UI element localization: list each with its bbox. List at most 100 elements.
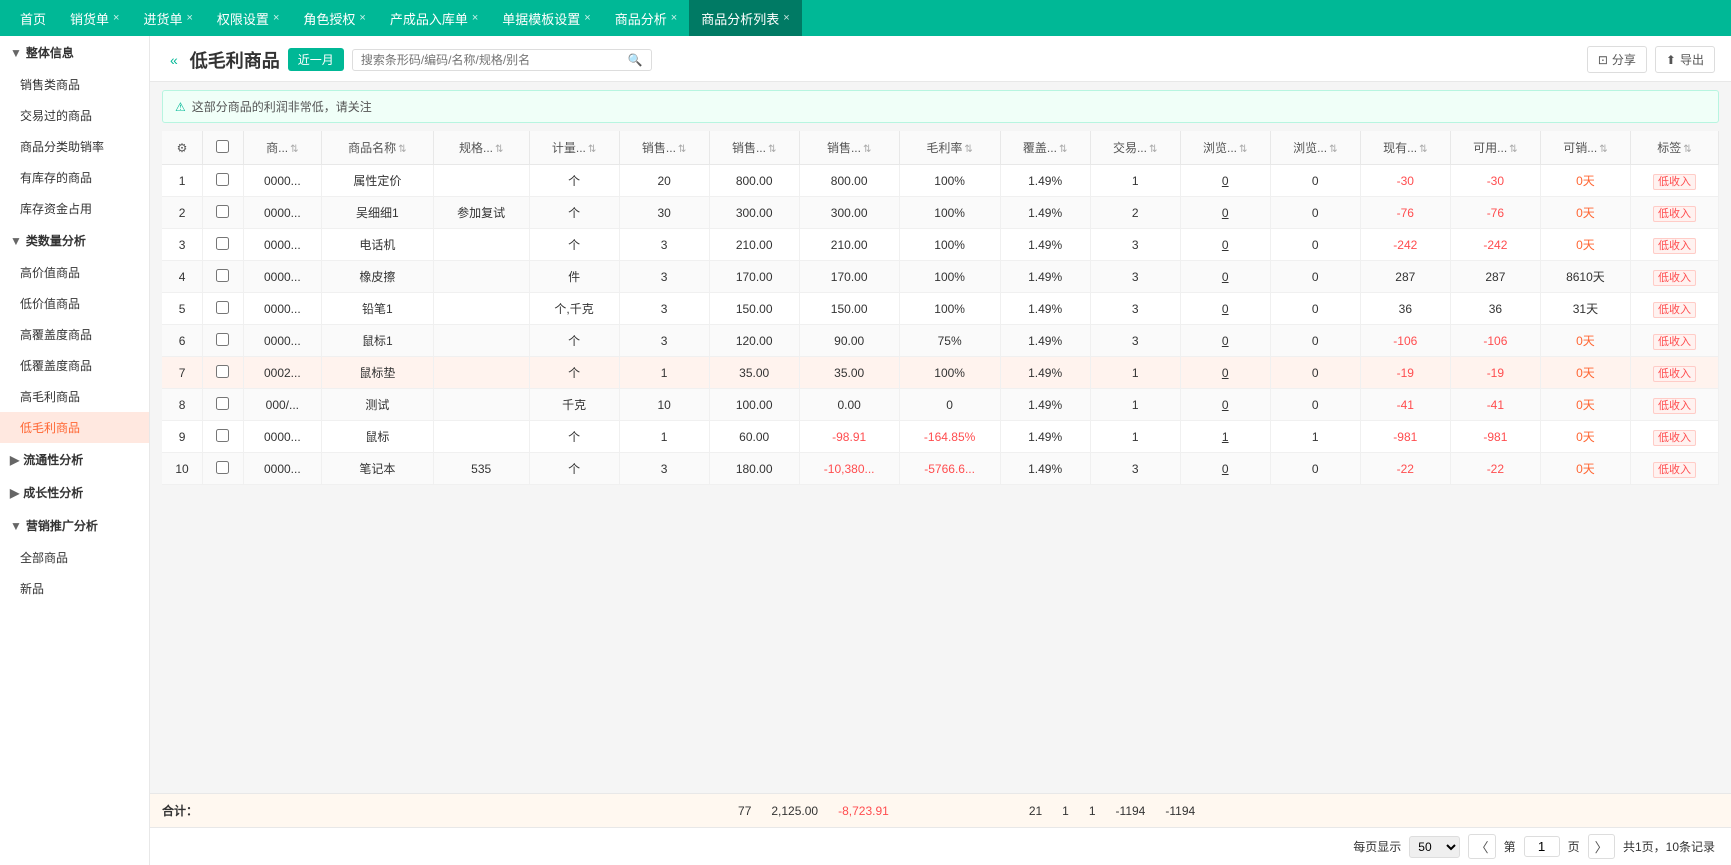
cell-gross-margin: 100% (899, 165, 1000, 197)
cell-sales-amount: 35.00 (709, 357, 799, 389)
close-permission-icon[interactable]: × (273, 12, 279, 24)
search-input[interactable] (361, 53, 628, 67)
sidebar-item-high-margin[interactable]: 高毛利商品 (0, 381, 149, 412)
cell-unit: 个 (529, 357, 619, 389)
close-product-analysis-icon[interactable]: × (671, 12, 677, 24)
cell-view1[interactable]: 0 (1180, 229, 1270, 261)
nav-sales-order[interactable]: 销货单 × (58, 0, 131, 36)
nav-product-analysis[interactable]: 商品分析 × (603, 0, 689, 36)
cell-view1[interactable]: 0 (1180, 453, 1270, 485)
next-page-button[interactable]: 〉 (1588, 834, 1615, 859)
col-spec: 规格...⇅ (433, 131, 529, 165)
close-analysis-list-icon[interactable]: × (783, 12, 789, 24)
cell-tag: 低收入 (1630, 293, 1718, 325)
sidebar-item-category-sales-rate[interactable]: 商品分类助销率 (0, 131, 149, 162)
page-number-input[interactable] (1524, 836, 1560, 857)
per-page-select[interactable]: 50 100 200 (1409, 836, 1460, 858)
cell-coverage: 1.49% (1000, 325, 1090, 357)
cell-view1[interactable]: 0 (1180, 325, 1270, 357)
export-icon: ⬆ (1666, 53, 1676, 67)
nav-permission[interactable]: 权限设置 × (205, 0, 291, 36)
row-checkbox[interactable] (216, 429, 229, 442)
footer-total-label: 合计： (162, 802, 198, 819)
cell-checkbox[interactable] (203, 197, 244, 229)
total-info: 共1页，10条记录 (1623, 838, 1715, 855)
sidebar-item-high-coverage[interactable]: 高覆盖度商品 (0, 319, 149, 350)
cell-unit: 千克 (529, 389, 619, 421)
close-product-entry-icon[interactable]: × (472, 12, 478, 24)
sidebar-item-all-products[interactable]: 全部商品 (0, 542, 149, 573)
sidebar-group-overall[interactable]: ▼ 整体信息 (0, 36, 149, 69)
sidebar-item-new-products[interactable]: 新品 (0, 573, 149, 604)
select-all-checkbox[interactable] (216, 140, 229, 153)
cell-view1[interactable]: 0 (1180, 357, 1270, 389)
cell-sales-qty: 3 (619, 229, 709, 261)
nav-product-analysis-list[interactable]: 商品分析列表 × (689, 0, 801, 36)
cell-coverage: 1.49% (1000, 453, 1090, 485)
close-template-icon[interactable]: × (584, 12, 590, 24)
row-checkbox[interactable] (216, 173, 229, 186)
cell-view2: 0 (1270, 453, 1360, 485)
sidebar-item-low-value[interactable]: 低价值商品 (0, 288, 149, 319)
cell-view2: 0 (1270, 325, 1360, 357)
alert-text: 这部分商品的利润非常低，请关注 (192, 98, 372, 115)
sidebar-item-high-value[interactable]: 高价值商品 (0, 257, 149, 288)
nav-product-entry[interactable]: 产成品入库单 × (378, 0, 490, 36)
nav-home[interactable]: 首页 (8, 0, 58, 36)
sidebar-group-liquidity[interactable]: ▶ 流通性分析 (0, 443, 149, 476)
row-checkbox[interactable] (216, 461, 229, 474)
search-icon: 🔍 (628, 53, 643, 67)
nav-purchase-order[interactable]: 进货单 × (131, 0, 204, 36)
sidebar-collapse-button[interactable]: « (166, 52, 182, 68)
cell-checkbox[interactable] (203, 325, 244, 357)
cell-coverage: 1.49% (1000, 165, 1090, 197)
sidebar-group-quantity-analysis[interactable]: ▼ 类数量分析 (0, 224, 149, 257)
row-checkbox[interactable] (216, 205, 229, 218)
alert-bar: ⚠ 这部分商品的利润非常低，请关注 (162, 90, 1719, 123)
nav-role-auth[interactable]: 角色授权 × (291, 0, 377, 36)
row-checkbox[interactable] (216, 301, 229, 314)
row-checkbox[interactable] (216, 237, 229, 250)
sidebar-group-marketing[interactable]: ▼ 营销推广分析 (0, 509, 149, 542)
close-purchase-order-icon[interactable]: × (186, 12, 192, 24)
row-checkbox[interactable] (216, 333, 229, 346)
cell-checkbox[interactable] (203, 165, 244, 197)
prev-page-button[interactable]: 〈 (1468, 834, 1495, 859)
sidebar-item-traded-products[interactable]: 交易过的商品 (0, 100, 149, 131)
recent-month-button[interactable]: 近一月 (288, 48, 344, 71)
sidebar-item-in-stock[interactable]: 有库存的商品 (0, 162, 149, 193)
row-checkbox[interactable] (216, 365, 229, 378)
cell-checkbox[interactable] (203, 421, 244, 453)
export-button[interactable]: ⬆ 导出 (1655, 46, 1715, 73)
cell-checkbox[interactable] (203, 293, 244, 325)
share-button[interactable]: ⊡ 分享 (1587, 46, 1647, 73)
cell-checkbox[interactable] (203, 357, 244, 389)
col-checkbox[interactable] (203, 131, 244, 165)
close-sales-order-icon[interactable]: × (113, 12, 119, 24)
cell-view1[interactable]: 0 (1180, 165, 1270, 197)
cell-available-stock: -30 (1450, 165, 1540, 197)
sidebar-item-stock-capital[interactable]: 库存资金占用 (0, 193, 149, 224)
col-settings[interactable]: ⚙ (162, 131, 203, 165)
sidebar-item-sales-products[interactable]: 销售类商品 (0, 69, 149, 100)
sidebar-item-low-coverage[interactable]: 低覆盖度商品 (0, 350, 149, 381)
close-role-auth-icon[interactable]: × (359, 12, 365, 24)
sidebar-item-low-margin[interactable]: 低毛利商品 (0, 412, 149, 443)
nav-template-setting[interactable]: 单据模板设置 × (490, 0, 602, 36)
cell-sales-qty: 20 (619, 165, 709, 197)
cell-checkbox[interactable] (203, 229, 244, 261)
cell-view1[interactable]: 0 (1180, 197, 1270, 229)
cell-current-stock: -106 (1360, 325, 1450, 357)
cell-view1[interactable]: 0 (1180, 261, 1270, 293)
sidebar-group-growth[interactable]: ▶ 成长性分析 (0, 476, 149, 509)
cell-view1[interactable]: 1 (1180, 421, 1270, 453)
cell-checkbox[interactable] (203, 261, 244, 293)
cell-view1[interactable]: 0 (1180, 293, 1270, 325)
cell-view1[interactable]: 0 (1180, 389, 1270, 421)
cell-checkbox[interactable] (203, 453, 244, 485)
cell-checkbox[interactable] (203, 389, 244, 421)
cell-coverage: 1.49% (1000, 389, 1090, 421)
cell-code: 000/... (243, 389, 321, 421)
row-checkbox[interactable] (216, 269, 229, 282)
row-checkbox[interactable] (216, 397, 229, 410)
